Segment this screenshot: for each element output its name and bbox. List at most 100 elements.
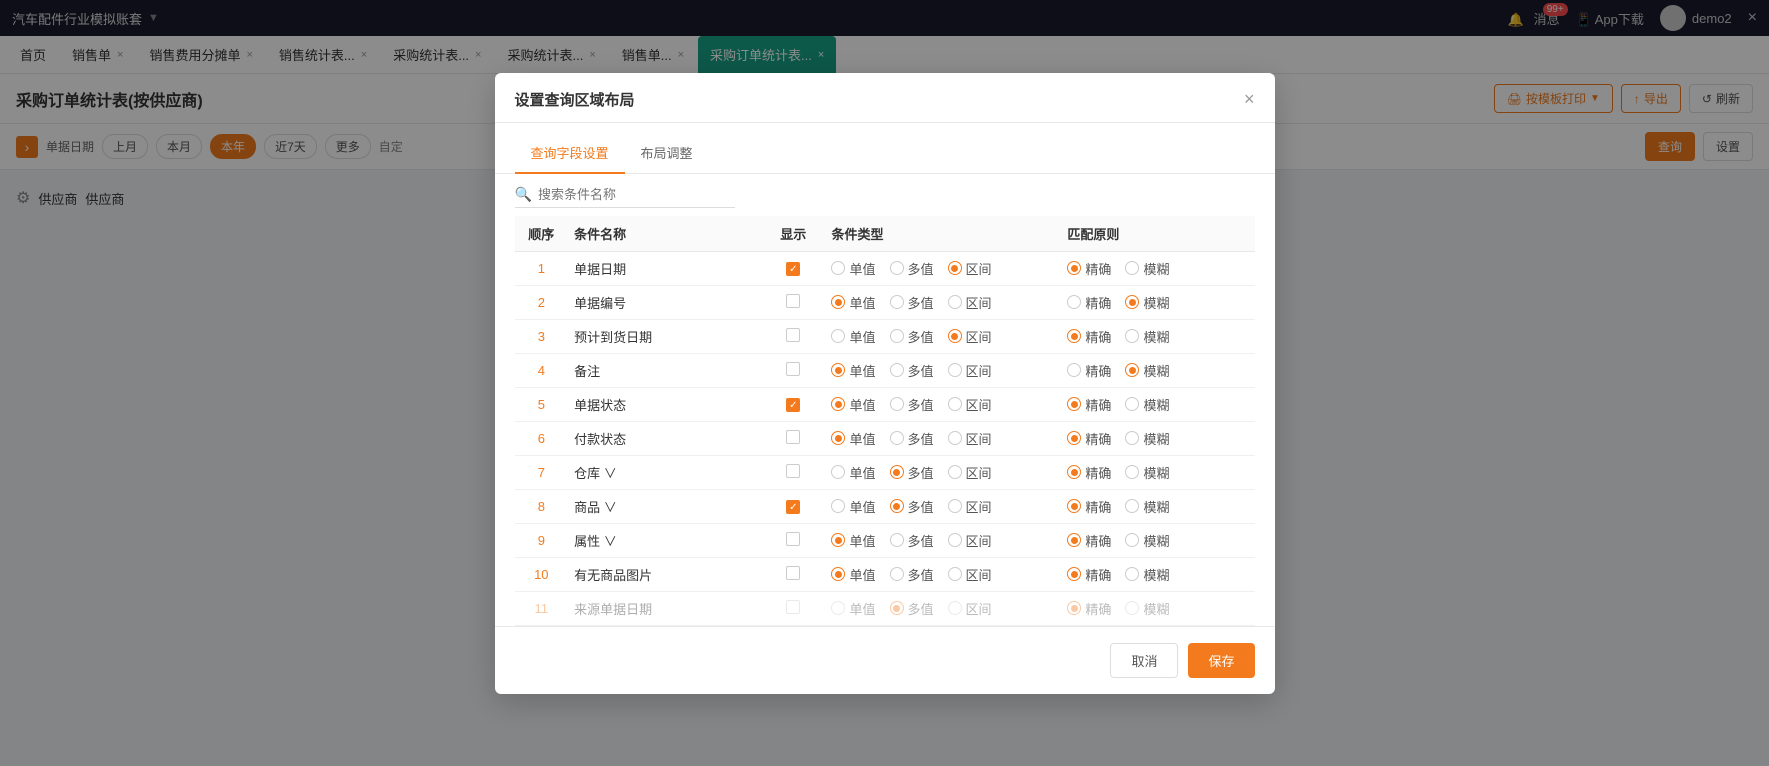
display-checkbox[interactable] — [786, 532, 800, 546]
type-option-2[interactable]: 区间 — [948, 599, 992, 618]
match-option-0[interactable]: 精确 — [1067, 361, 1111, 380]
row-order: 1 — [515, 251, 569, 285]
match-option-1[interactable]: 模糊 — [1125, 463, 1169, 482]
type-option-2[interactable]: 区间 — [948, 259, 992, 278]
search-box: 🔍 — [515, 186, 735, 208]
type-option-0[interactable]: 单值 — [831, 531, 875, 550]
row-order: 4 — [515, 353, 569, 387]
display-checkbox[interactable] — [786, 464, 800, 478]
type-option-0[interactable]: 单值 — [831, 429, 875, 448]
col-name: 条件名称 — [568, 216, 761, 252]
type-option-0[interactable]: 单值 — [831, 599, 875, 618]
type-option-2[interactable]: 区间 — [948, 497, 992, 516]
match-option-0[interactable]: 精确 — [1067, 463, 1111, 482]
row-match-cell: 精确模糊 — [1061, 251, 1254, 285]
match-option-1[interactable]: 模糊 — [1125, 565, 1169, 584]
row-order: 10 — [515, 557, 569, 591]
table-row: 4备注单值多值区间精确模糊 — [515, 353, 1255, 387]
match-option-0[interactable]: 精确 — [1067, 531, 1111, 550]
display-checkbox[interactable] — [786, 294, 800, 308]
type-option-0[interactable]: 单值 — [831, 259, 875, 278]
type-option-0[interactable]: 单值 — [831, 565, 875, 584]
modal-tab-query-fields[interactable]: 查询字段设置 — [515, 135, 625, 174]
match-option-0[interactable]: 精确 — [1067, 395, 1111, 414]
display-checkbox[interactable] — [786, 362, 800, 376]
type-option-1[interactable]: 多值 — [890, 531, 934, 550]
save-btn[interactable]: 保存 — [1188, 643, 1254, 678]
type-option-0[interactable]: 单值 — [831, 497, 875, 516]
type-option-2[interactable]: 区间 — [948, 361, 992, 380]
modal-table-wrap: 顺序 条件名称 显示 条件类型 匹配原则 1单据日期✓单值多值区间精确模糊2单据… — [495, 216, 1275, 626]
cancel-btn[interactable]: 取消 — [1110, 643, 1178, 678]
type-option-1[interactable]: 多值 — [890, 463, 934, 482]
row-order: 5 — [515, 387, 569, 421]
table-row: 8商品 ∨✓单值多值区间精确模糊 — [515, 489, 1255, 523]
match-option-0[interactable]: 精确 — [1067, 293, 1111, 312]
type-option-1[interactable]: 多值 — [890, 395, 934, 414]
display-checkbox[interactable]: ✓ — [786, 398, 800, 412]
type-option-2[interactable]: 区间 — [948, 293, 992, 312]
match-option-1[interactable]: 模糊 — [1125, 395, 1169, 414]
display-checkbox[interactable]: ✓ — [786, 262, 800, 276]
type-option-2[interactable]: 区间 — [948, 463, 992, 482]
match-option-1[interactable]: 模糊 — [1125, 259, 1169, 278]
type-option-0[interactable]: 单值 — [831, 293, 875, 312]
row-match-cell: 精确模糊 — [1061, 591, 1254, 625]
row-display-cell — [761, 319, 825, 353]
modal-tab-layout[interactable]: 布局调整 — [625, 135, 709, 174]
search-input[interactable] — [538, 187, 718, 202]
table-row: 5单据状态✓单值多值区间精确模糊 — [515, 387, 1255, 421]
match-option-0[interactable]: 精确 — [1067, 497, 1111, 516]
type-option-1[interactable]: 多值 — [890, 327, 934, 346]
match-option-0[interactable]: 精确 — [1067, 259, 1111, 278]
match-option-1[interactable]: 模糊 — [1125, 293, 1169, 312]
type-option-1[interactable]: 多值 — [890, 565, 934, 584]
type-option-2[interactable]: 区间 — [948, 327, 992, 346]
type-option-1[interactable]: 多值 — [890, 361, 934, 380]
type-option-0[interactable]: 单值 — [831, 395, 875, 414]
type-option-0[interactable]: 单值 — [831, 361, 875, 380]
type-option-2[interactable]: 区间 — [948, 531, 992, 550]
row-type-cell: 单值多值区间 — [825, 251, 1061, 285]
match-option-1[interactable]: 模糊 — [1125, 531, 1169, 550]
type-option-0[interactable]: 单值 — [831, 327, 875, 346]
match-option-0[interactable]: 精确 — [1067, 429, 1111, 448]
table-row: 9属性 ∨单值多值区间精确模糊 — [515, 523, 1255, 557]
table-row: 3预计到货日期单值多值区间精确模糊 — [515, 319, 1255, 353]
match-option-0[interactable]: 精确 — [1067, 327, 1111, 346]
row-display-cell — [761, 523, 825, 557]
row-type-cell: 单值多值区间 — [825, 319, 1061, 353]
modal-close-btn[interactable]: × — [1244, 90, 1255, 108]
match-option-1[interactable]: 模糊 — [1125, 599, 1169, 618]
row-display-cell: ✓ — [761, 489, 825, 523]
type-option-2[interactable]: 区间 — [948, 565, 992, 584]
match-option-1[interactable]: 模糊 — [1125, 429, 1169, 448]
modal-overlay[interactable]: 设置查询区域布局 × 查询字段设置 布局调整 🔍 顺序 — [0, 0, 1769, 766]
type-option-0[interactable]: 单值 — [831, 463, 875, 482]
type-option-1[interactable]: 多值 — [890, 599, 934, 618]
match-option-1[interactable]: 模糊 — [1125, 497, 1169, 516]
display-checkbox[interactable] — [786, 600, 800, 614]
type-option-1[interactable]: 多值 — [890, 259, 934, 278]
search-icon: 🔍 — [515, 186, 532, 203]
match-option-1[interactable]: 模糊 — [1125, 361, 1169, 380]
type-option-1[interactable]: 多值 — [890, 497, 934, 516]
display-checkbox[interactable]: ✓ — [786, 500, 800, 514]
display-checkbox[interactable] — [786, 430, 800, 444]
display-checkbox[interactable] — [786, 566, 800, 580]
display-checkbox[interactable] — [786, 328, 800, 342]
row-match-cell: 精确模糊 — [1061, 523, 1254, 557]
type-option-1[interactable]: 多值 — [890, 293, 934, 312]
row-display-cell — [761, 557, 825, 591]
row-type-cell: 单值多值区间 — [825, 489, 1061, 523]
match-option-0[interactable]: 精确 — [1067, 599, 1111, 618]
row-display-cell: ✓ — [761, 251, 825, 285]
type-option-2[interactable]: 区间 — [948, 395, 992, 414]
row-type-cell: 单值多值区间 — [825, 421, 1061, 455]
row-condition-name: 有无商品图片 — [568, 557, 761, 591]
type-option-2[interactable]: 区间 — [948, 429, 992, 448]
match-option-0[interactable]: 精确 — [1067, 565, 1111, 584]
col-match: 匹配原则 — [1061, 216, 1254, 252]
match-option-1[interactable]: 模糊 — [1125, 327, 1169, 346]
type-option-1[interactable]: 多值 — [890, 429, 934, 448]
